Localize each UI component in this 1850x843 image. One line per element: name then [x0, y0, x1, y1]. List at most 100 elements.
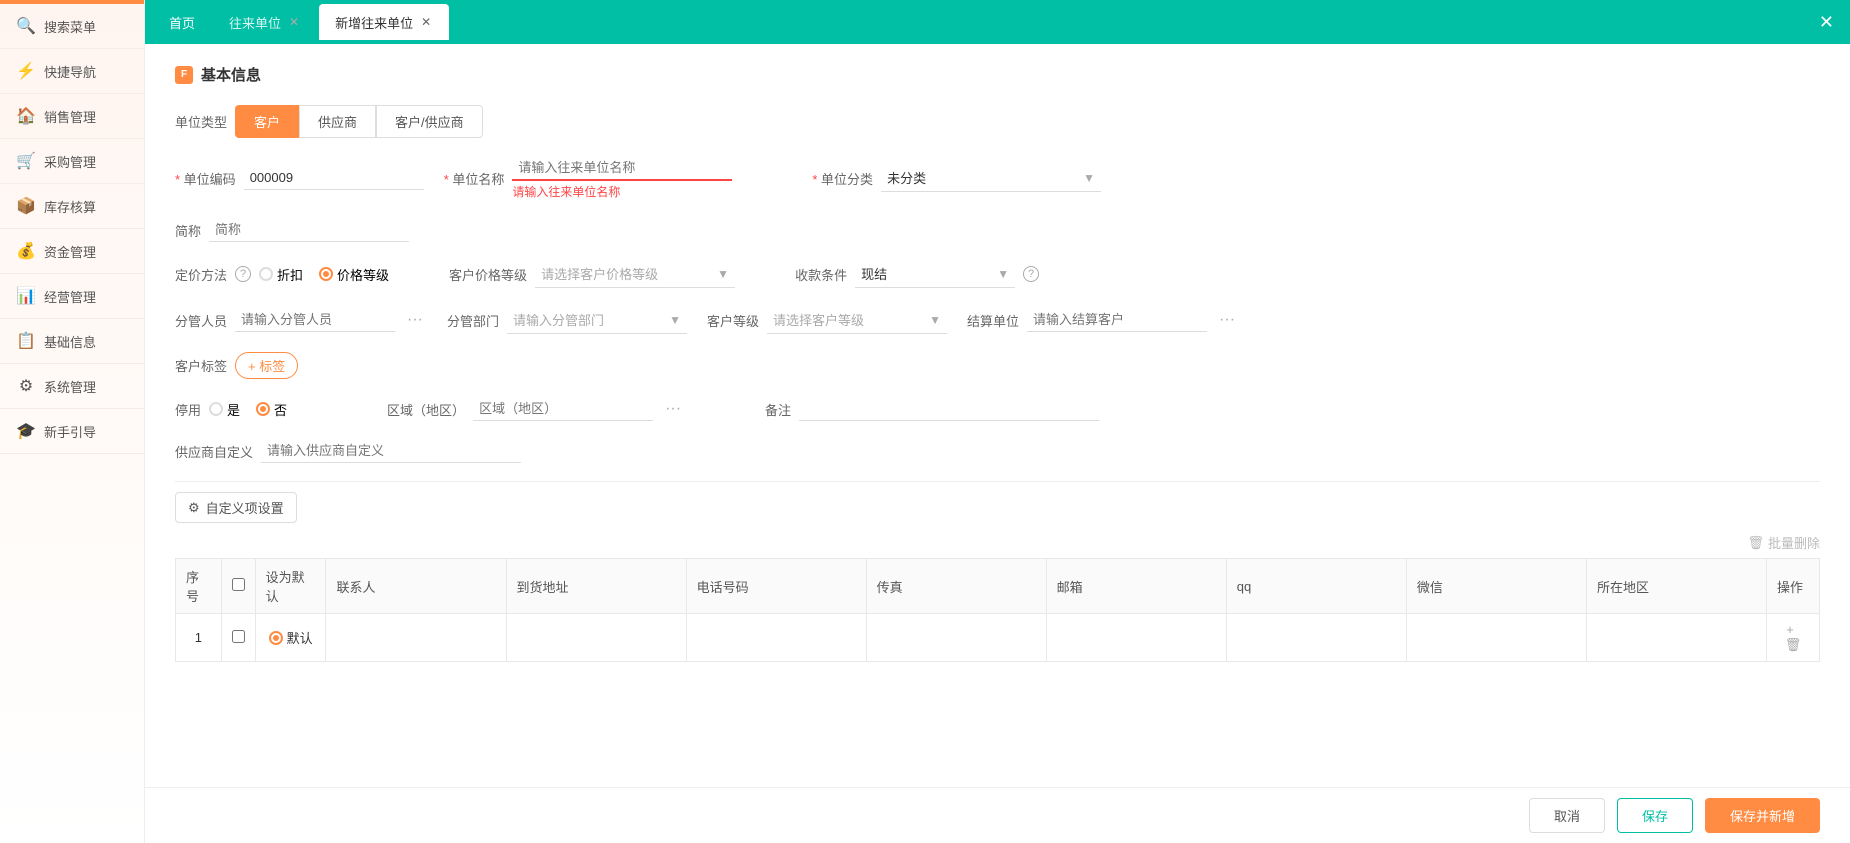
phone-input[interactable] [697, 630, 856, 645]
sidebar-item-basic[interactable]: 📋 基础信息 [0, 319, 144, 364]
sidebar-item-system[interactable]: ⚙ 系统管理 [0, 364, 144, 409]
td-seq: 1 [176, 614, 222, 662]
settlement-group: 结算单位 ··· [967, 308, 1239, 332]
type-btn-customer[interactable]: 客户 [235, 105, 299, 138]
tab-bar: 首页 往来单位 ✕ 新增往来单位 ✕ ✕ [145, 0, 1850, 44]
department-select[interactable]: 请输入分管部门 ▼ [507, 306, 687, 334]
td-qq [1226, 614, 1406, 662]
customer-price-label: 客户价格等级 [449, 265, 527, 284]
pricing-help-icon[interactable]: ? [235, 266, 251, 282]
unit-category-select[interactable]: 未分类 ▼ [881, 164, 1101, 192]
tab-new-contact-close[interactable]: ✕ [419, 15, 433, 29]
custom-settings-button[interactable]: ⚙ 自定义项设置 [175, 492, 297, 523]
section-header: F 基本信息 [175, 64, 1820, 85]
save-new-button[interactable]: 保存并新增 [1705, 798, 1820, 833]
manager-input[interactable] [235, 308, 395, 332]
basic-icon: 📋 [16, 331, 36, 351]
unit-type-group: 单位类型 客户 供应商 客户/供应商 [175, 105, 483, 138]
department-placeholder: 请输入分管部门 [513, 310, 669, 329]
alias-label: 简称 [175, 221, 201, 240]
disable-yes-radio[interactable]: 是 [209, 400, 240, 419]
payment-condition-select[interactable]: 现结 ▼ [855, 260, 1015, 288]
sidebar-item-operations[interactable]: 📊 经营管理 [0, 274, 144, 319]
cancel-button[interactable]: 取消 [1529, 798, 1605, 833]
customer-price-select[interactable]: 请选择客户价格等级 ▼ [535, 260, 735, 288]
tab-contacts[interactable]: 往来单位 ✕ [213, 4, 317, 40]
batch-delete-btn[interactable]: 🗑 批量删除 [175, 533, 1820, 552]
tab-bar-close-all[interactable]: ✕ [1811, 8, 1842, 37]
payment-condition-label: 收款条件 [795, 265, 847, 284]
sidebar-item-purchase[interactable]: 🛒 采购管理 [0, 139, 144, 184]
note-input[interactable] [799, 397, 1099, 421]
customer-price-placeholder: 请选择客户价格等级 [541, 264, 717, 283]
settlement-input[interactable] [1027, 308, 1207, 332]
supplier-custom-input[interactable] [261, 439, 521, 463]
payment-condition-group: 收款条件 现结 ▼ ? [795, 260, 1039, 288]
unit-category-group: 单位分类 未分类 ▼ [812, 164, 1101, 192]
supplier-custom-row: 供应商自定义 [175, 439, 1820, 463]
alias-group: 简称 [175, 218, 409, 242]
delete-row-btn[interactable]: 🗑 [1785, 637, 1802, 652]
type-btn-supplier[interactable]: 供应商 [299, 105, 376, 138]
pricing-radio-level[interactable]: 价格等级 [319, 265, 389, 284]
pricing-radio-group: 折扣 价格等级 [259, 265, 389, 284]
wechat-input[interactable] [1417, 630, 1576, 645]
th-action: 操作 [1767, 559, 1820, 614]
payment-help-icon[interactable]: ? [1023, 266, 1039, 282]
default-radio-circle [269, 631, 283, 645]
select-all-checkbox[interactable] [232, 578, 245, 591]
address-input[interactable] [517, 630, 676, 645]
batch-delete-icon: 🗑 [1747, 535, 1764, 551]
unit-name-input[interactable] [512, 156, 732, 181]
customer-level-arrow: ▼ [929, 313, 941, 327]
pricing-radio-discount[interactable]: 折扣 [259, 265, 303, 284]
add-row-btn[interactable]: + [1786, 622, 1794, 637]
manager-more-icon[interactable]: ··· [403, 311, 427, 329]
unit-code-input[interactable] [244, 166, 424, 190]
th-phone: 电话号码 [686, 559, 866, 614]
email-input[interactable] [1057, 630, 1216, 645]
default-radio[interactable]: 默认 [266, 628, 316, 647]
fax-input[interactable] [877, 630, 1036, 645]
unit-code-group: 单位编码 [175, 166, 424, 190]
type-btn-both[interactable]: 客户/供应商 [376, 105, 483, 138]
qq-input[interactable] [1237, 630, 1396, 645]
tab-new-contact[interactable]: 新增往来单位 ✕ [319, 4, 449, 40]
add-tag-button[interactable]: + 标签 [235, 352, 298, 379]
sidebar-item-inventory[interactable]: 📦 库存核算 [0, 184, 144, 229]
tag-group: 客户标签 + 标签 [175, 352, 298, 379]
disable-no-label: 否 [274, 400, 287, 419]
disable-label: 停用 [175, 400, 201, 419]
sidebar-item-finance[interactable]: 💰 资金管理 [0, 229, 144, 274]
sidebar-item-newbie[interactable]: 🎓 新手引导 [0, 409, 144, 454]
customer-level-select[interactable]: 请选择客户等级 ▼ [767, 306, 947, 334]
th-contact: 联系人 [326, 559, 506, 614]
unit-name-label: 单位名称 [444, 169, 505, 188]
purchase-icon: 🛒 [16, 151, 36, 171]
main-area: 首页 往来单位 ✕ 新增往来单位 ✕ ✕ F 基本信息 单位类型 客户 供应商 … [145, 0, 1850, 843]
disable-no-radio[interactable]: 否 [256, 400, 287, 419]
row-checkbox[interactable] [232, 630, 245, 643]
region-more-icon[interactable]: ··· [661, 400, 685, 418]
sidebar-item-sales[interactable]: 🏠 销售管理 [0, 94, 144, 139]
region-input[interactable] [473, 397, 653, 421]
alias-input[interactable] [209, 218, 409, 242]
pricing-row: 定价方法 ? 折扣 价格等级 客户价格等级 请选择客户价格等级 [175, 260, 1820, 288]
tab-home[interactable]: 首页 [153, 4, 211, 40]
settlement-label: 结算单位 [967, 311, 1019, 330]
region-table-input[interactable] [1597, 630, 1756, 645]
section-icon: F [175, 66, 193, 84]
save-button[interactable]: 保存 [1617, 798, 1693, 833]
customer-level-group: 客户等级 请选择客户等级 ▼ [707, 306, 947, 334]
inventory-icon: 📦 [16, 196, 36, 216]
sidebar-item-search[interactable]: 🔍 搜索菜单 [0, 4, 144, 49]
th-email: 邮箱 [1046, 559, 1226, 614]
payment-condition-value: 现结 [861, 264, 997, 283]
manager-label: 分管人员 [175, 311, 227, 330]
sidebar-item-quicknav[interactable]: ⚡ 快捷导航 [0, 49, 144, 94]
settlement-more-icon[interactable]: ··· [1215, 311, 1239, 329]
tab-contacts-close[interactable]: ✕ [287, 15, 301, 29]
unit-type-label: 单位类型 [175, 112, 227, 131]
unit-type-row: 单位类型 客户 供应商 客户/供应商 [175, 105, 1820, 138]
contact-input[interactable] [336, 630, 495, 645]
